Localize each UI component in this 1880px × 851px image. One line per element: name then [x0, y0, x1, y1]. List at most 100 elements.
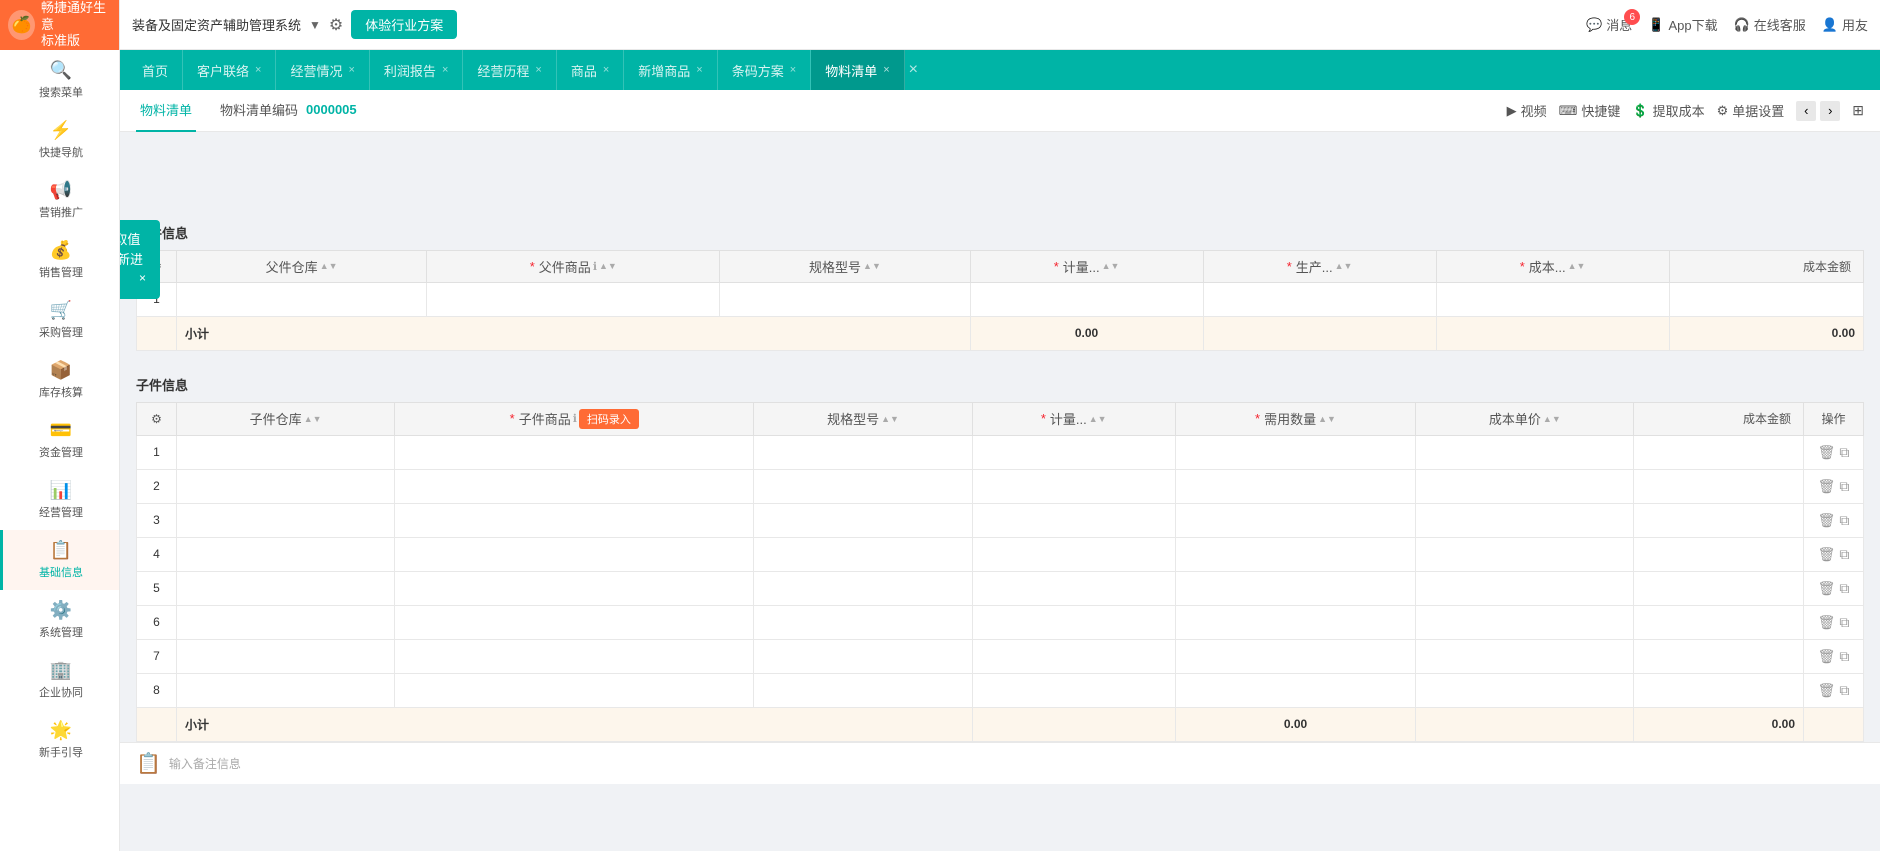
child-goods-3[interactable] — [395, 503, 754, 537]
sort-icon6[interactable]: ▲▼ — [1568, 261, 1586, 271]
sidebar-item-marketing[interactable]: 📢 营销推广 — [0, 170, 119, 230]
sidebar-item-system[interactable]: ⚙️ 系统管理 — [0, 590, 119, 650]
child-qty-4[interactable] — [1175, 537, 1415, 571]
gear-icon[interactable]: ⚙ — [329, 15, 343, 35]
sort-icon3[interactable]: ▲▼ — [863, 261, 881, 271]
delete-icon-3[interactable]: 🗑 — [1818, 512, 1836, 529]
nav-tab-home[interactable]: 首页 — [128, 50, 183, 90]
child-spec-1[interactable] — [754, 435, 972, 469]
close-tab-profit[interactable]: × — [442, 64, 448, 76]
child-warehouse-4[interactable] — [177, 537, 395, 571]
parent-cost-cell[interactable] — [1436, 282, 1669, 316]
sidebar-item-guide[interactable]: 🌟 新手引导 — [0, 710, 119, 770]
delete-icon-8[interactable]: 🗑 — [1818, 682, 1836, 699]
child-unit-6[interactable] — [972, 605, 1175, 639]
child-unit-8[interactable] — [972, 673, 1175, 707]
child-warehouse-8[interactable] — [177, 673, 395, 707]
child-warehouse-7[interactable] — [177, 639, 395, 673]
delete-icon-7[interactable]: 🗑 — [1818, 648, 1836, 665]
child-sort5[interactable]: ▲▼ — [1543, 414, 1561, 424]
close-all-tabs-button[interactable]: × — [909, 61, 918, 79]
close-tab-addgoods[interactable]: × — [696, 64, 702, 76]
nav-tab-bizhistory[interactable]: 经营历程× — [463, 50, 556, 90]
shortcut-button[interactable]: ⌨ 快捷键 — [1559, 101, 1621, 120]
child-goods-4[interactable] — [395, 537, 754, 571]
child-sort1[interactable]: ▲▼ — [304, 414, 322, 424]
message-button[interactable]: 💬 消息 6 — [1586, 15, 1632, 34]
child-warehouse-5[interactable] — [177, 571, 395, 605]
child-unit-cost-7[interactable] — [1416, 639, 1634, 673]
child-spec-8[interactable] — [754, 673, 972, 707]
sidebar-item-corp[interactable]: 🏢 企业协同 — [0, 650, 119, 710]
child-unit-cost-3[interactable] — [1416, 503, 1634, 537]
nav-tab-bom[interactable]: 物料清单× — [811, 50, 904, 90]
copy-icon-3[interactable]: ⧉ — [1839, 512, 1849, 529]
copy-icon-8[interactable]: ⧉ — [1839, 682, 1849, 699]
copy-icon-1[interactable]: ⧉ — [1839, 444, 1849, 461]
system-dropdown[interactable]: ▼ — [309, 18, 321, 32]
delete-icon-5[interactable]: 🗑 — [1818, 580, 1836, 597]
copy-icon-5[interactable]: ⧉ — [1839, 580, 1849, 597]
child-warehouse-6[interactable] — [177, 605, 395, 639]
child-sort3[interactable]: ▲▼ — [1089, 414, 1107, 424]
tab-bom-code[interactable]: 物料清单编码 0000005 — [216, 90, 361, 132]
child-unit-7[interactable] — [972, 639, 1175, 673]
sidebar-item-purchase[interactable]: 🛒 采购管理 — [0, 290, 119, 350]
child-goods-6[interactable] — [395, 605, 754, 639]
grid-icon[interactable]: ⊞ — [1852, 102, 1864, 119]
child-goods-1[interactable] — [395, 435, 754, 469]
child-unit-1[interactable] — [972, 435, 1175, 469]
parent-spec-cell[interactable] — [720, 282, 970, 316]
close-tab-customer[interactable]: × — [255, 64, 261, 76]
child-goods-7[interactable] — [395, 639, 754, 673]
delete-icon-2[interactable]: 🗑 — [1818, 478, 1836, 495]
extract-cost-button[interactable]: 💲 提取成本 — [1632, 101, 1704, 120]
child-unit-3[interactable] — [972, 503, 1175, 537]
child-spec-5[interactable] — [754, 571, 972, 605]
child-unit-5[interactable] — [972, 571, 1175, 605]
child-unit-cost-5[interactable] — [1416, 571, 1634, 605]
child-qty-7[interactable] — [1175, 639, 1415, 673]
delete-icon-1[interactable]: 🗑 — [1818, 444, 1836, 461]
delete-icon-4[interactable]: 🗑 — [1818, 546, 1836, 563]
child-qty-5[interactable] — [1175, 571, 1415, 605]
child-spec-4[interactable] — [754, 537, 972, 571]
parent-warehouse-cell[interactable] — [177, 282, 427, 316]
nav-tab-barcode[interactable]: 条码方案× — [718, 50, 811, 90]
nav-tab-bizstatus[interactable]: 经营情况× — [276, 50, 369, 90]
child-qty-2[interactable] — [1175, 469, 1415, 503]
child-spec-2[interactable] — [754, 469, 972, 503]
next-page-button[interactable]: › — [1820, 101, 1840, 121]
child-goods-5[interactable] — [395, 571, 754, 605]
close-tab-barcode[interactable]: × — [790, 64, 796, 76]
scan-input-button[interactable]: 扫码录入 — [579, 409, 639, 429]
sidebar-item-basic[interactable]: 📋 基础信息 — [0, 530, 119, 590]
sidebar-item-sales[interactable]: 💰 销售管理 — [0, 230, 119, 290]
copy-icon-7[interactable]: ⧉ — [1839, 648, 1849, 665]
user-menu[interactable]: 👤 用友 — [1822, 15, 1868, 34]
child-spec-6[interactable] — [754, 605, 972, 639]
child-warehouse-1[interactable] — [177, 435, 395, 469]
child-unit-cost-4[interactable] — [1416, 537, 1634, 571]
delete-icon-6[interactable]: 🗑 — [1818, 614, 1836, 631]
tooltip-close-button[interactable]: × — [139, 269, 146, 287]
sidebar-item-ops[interactable]: 📊 经营管理 — [0, 470, 119, 530]
nav-tab-addgoods[interactable]: 新增商品× — [624, 50, 717, 90]
child-unit-cost-6[interactable] — [1416, 605, 1634, 639]
child-unit-cost-2[interactable] — [1416, 469, 1634, 503]
child-warehouse-3[interactable] — [177, 503, 395, 537]
child-qty-3[interactable] — [1175, 503, 1415, 537]
copy-icon-4[interactable]: ⧉ — [1839, 546, 1849, 563]
child-sort4[interactable]: ▲▼ — [1318, 414, 1336, 424]
child-unit-cost-1[interactable] — [1416, 435, 1634, 469]
bill-settings-button[interactable]: ⚙ 单据设置 — [1717, 101, 1785, 120]
copy-icon-6[interactable]: ⧉ — [1839, 614, 1849, 631]
app-download-button[interactable]: 📱 App下载 — [1648, 15, 1717, 34]
sidebar-item-finance[interactable]: 💳 资金管理 — [0, 410, 119, 470]
child-sort2[interactable]: ▲▼ — [881, 414, 899, 424]
trial-button[interactable]: 体验行业方案 — [351, 10, 457, 39]
nav-tab-customer[interactable]: 客户联络× — [183, 50, 276, 90]
note-placeholder[interactable]: 输入备注信息 — [169, 755, 241, 772]
child-spec-3[interactable] — [754, 503, 972, 537]
sidebar-item-search[interactable]: 🔍 搜索菜单 — [0, 50, 119, 110]
